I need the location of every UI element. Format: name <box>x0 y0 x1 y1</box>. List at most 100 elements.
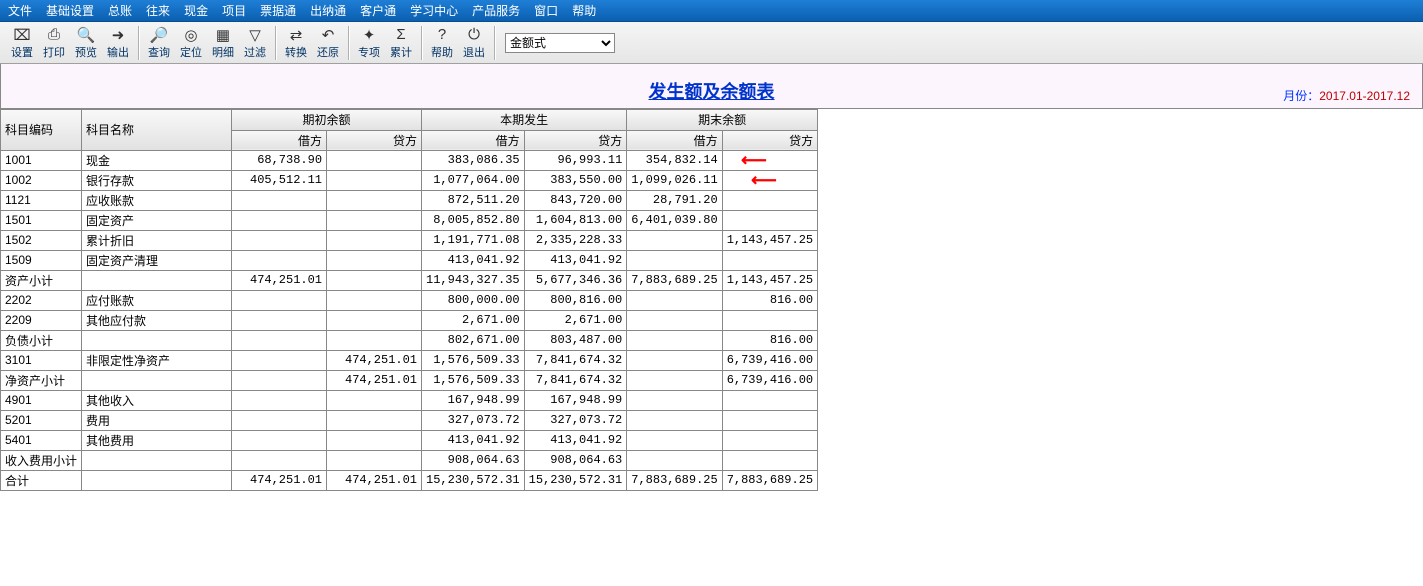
table-row[interactable]: 1001现金68,738.90383,086.3596,993.11354,83… <box>1 150 818 170</box>
menu-item[interactable]: 往来 <box>146 2 170 19</box>
cell-code: 1509 <box>1 250 82 270</box>
cell-opening-debit <box>232 410 327 430</box>
toolbar-button-label: 专项 <box>358 44 380 60</box>
cell-closing-debit: 1,099,026.11 <box>627 170 722 190</box>
header-current[interactable]: 本期发生 <box>422 110 627 130</box>
toolbar-明细-button[interactable]: ▦明细 <box>207 23 239 63</box>
table-row[interactable]: 5401其他费用413,041.92413,041.92 <box>1 430 818 450</box>
header-code[interactable]: 科目编码 <box>1 110 82 150</box>
cell-current-credit: 1,604,813.00 <box>524 210 627 230</box>
cell-current-credit: 15,230,572.31 <box>524 470 627 490</box>
toolbar-累计-button[interactable]: Σ累计 <box>385 23 417 63</box>
cell-current-debit: 2,671.00 <box>422 310 525 330</box>
header-current-debit[interactable]: 借方 <box>422 130 525 150</box>
table-row[interactable]: 5201费用327,073.72327,073.72 <box>1 410 818 430</box>
cell-name: 非限定性净资产 <box>82 350 232 370</box>
cell-opening-credit <box>327 170 422 190</box>
header-closing[interactable]: 期末余额 <box>627 110 818 130</box>
table-row[interactable]: 1121应收账款872,511.20843,720.0028,791.20 <box>1 190 818 210</box>
toolbar-退出-button[interactable]: ⏻退出 <box>458 23 490 63</box>
menu-item[interactable]: 客户通 <box>360 2 396 19</box>
header-name[interactable]: 科目名称 <box>82 110 232 150</box>
header-closing-credit[interactable]: 贷方 <box>722 130 817 150</box>
cell-opening-debit: 405,512.11 <box>232 170 327 190</box>
table-row[interactable]: 2202应付账款800,000.00800,816.00816.00 <box>1 290 818 310</box>
cell-opening-debit: 68,738.90 <box>232 150 327 170</box>
table-row[interactable]: 1501固定资产8,005,852.801,604,813.006,401,03… <box>1 210 818 230</box>
toolbar-专项-button[interactable]: ✦专项 <box>353 23 385 63</box>
cell-opening-debit <box>232 430 327 450</box>
header-opening[interactable]: 期初余额 <box>232 110 422 130</box>
header-opening-debit[interactable]: 借方 <box>232 130 327 150</box>
toolbar-过滤-button[interactable]: ▽过滤 <box>239 23 271 63</box>
cell-current-credit: 800,816.00 <box>524 290 627 310</box>
table-row[interactable]: 净资产小计474,251.011,576,509.337,841,674.326… <box>1 370 818 390</box>
cell-opening-credit <box>327 310 422 330</box>
cell-current-credit: 2,335,228.33 <box>524 230 627 250</box>
cell-opening-credit <box>327 270 422 290</box>
cell-opening-credit <box>327 430 422 450</box>
cell-name: 费用 <box>82 410 232 430</box>
cell-closing-credit <box>722 430 817 450</box>
toolbar-帮助-button[interactable]: ?帮助 <box>426 23 458 63</box>
cell-name: 现金 <box>82 150 232 170</box>
menu-item[interactable]: 帮助 <box>572 2 596 19</box>
menu-item[interactable]: 项目 <box>222 2 246 19</box>
cell-name: 应收账款 <box>82 190 232 210</box>
cell-name: 其他收入 <box>82 390 232 410</box>
menu-item[interactable]: 窗口 <box>534 2 558 19</box>
toolbar-输出-button[interactable]: ➜输出 <box>102 23 134 63</box>
预览-icon: 🔍 <box>77 26 95 44</box>
table-row[interactable]: 资产小计474,251.0111,943,327.355,677,346.367… <box>1 270 818 290</box>
toolbar-打印-button[interactable]: ⎙打印 <box>38 23 70 63</box>
cell-name: 银行存款 <box>82 170 232 190</box>
table-row[interactable]: 4901其他收入167,948.99167,948.99 <box>1 390 818 410</box>
toolbar-定位-button[interactable]: ◎定位 <box>175 23 207 63</box>
table-row[interactable]: 合计474,251.01474,251.0115,230,572.3115,23… <box>1 470 818 490</box>
toolbar-separator <box>494 26 495 60</box>
table-row[interactable]: 1509固定资产清理413,041.92413,041.92 <box>1 250 818 270</box>
menu-item[interactable]: 文件 <box>8 2 32 19</box>
table-row[interactable]: 2209其他应付款2,671.002,671.00 <box>1 310 818 330</box>
toolbar-button-label: 转换 <box>285 44 307 60</box>
menu-item[interactable]: 票据通 <box>260 2 296 19</box>
toolbar-button-label: 过滤 <box>244 44 266 60</box>
退出-icon: ⏻ <box>465 26 483 44</box>
menu-item[interactable]: 产品服务 <box>472 2 520 19</box>
toolbar-预览-button[interactable]: 🔍预览 <box>70 23 102 63</box>
table-row[interactable]: 1502累计折旧1,191,771.082,335,228.331,143,45… <box>1 230 818 250</box>
cell-current-credit: 843,720.00 <box>524 190 627 210</box>
专项-icon: ✦ <box>360 26 378 44</box>
cell-closing-debit <box>627 410 722 430</box>
cell-opening-debit <box>232 390 327 410</box>
menu-item[interactable]: 总账 <box>108 2 132 19</box>
toolbar: ⌧设置⎙打印🔍预览➜输出🔎查询◎定位▦明细▽过滤⇄转换↶还原✦专项Σ累计?帮助⏻… <box>0 22 1423 64</box>
header-current-credit[interactable]: 贷方 <box>524 130 627 150</box>
toolbar-设置-button[interactable]: ⌧设置 <box>6 23 38 63</box>
menu-item[interactable]: 出纳通 <box>310 2 346 19</box>
cell-closing-credit <box>722 170 817 190</box>
cell-closing-debit <box>627 390 722 410</box>
header-opening-credit[interactable]: 贷方 <box>327 130 422 150</box>
header-closing-debit[interactable]: 借方 <box>627 130 722 150</box>
table-row[interactable]: 1002银行存款405,512.111,077,064.00383,550.00… <box>1 170 818 190</box>
cell-current-credit: 803,487.00 <box>524 330 627 350</box>
table-row[interactable]: 收入费用小计908,064.63908,064.63 <box>1 450 818 470</box>
toolbar-还原-button[interactable]: ↶还原 <box>312 23 344 63</box>
menu-bar: 文件基础设置总账往来现金项目票据通出纳通客户通学习中心产品服务窗口帮助 <box>0 0 1423 22</box>
cell-closing-credit: 816.00 <box>722 330 817 350</box>
table-row[interactable]: 3101非限定性净资产474,251.011,576,509.337,841,6… <box>1 350 818 370</box>
toolbar-button-label: 还原 <box>317 44 339 60</box>
toolbar-button-label: 查询 <box>148 44 170 60</box>
cell-current-debit: 413,041.92 <box>422 430 525 450</box>
format-select[interactable]: 金额式 <box>505 33 615 53</box>
cell-opening-credit <box>327 450 422 470</box>
menu-item[interactable]: 基础设置 <box>46 2 94 19</box>
cell-name <box>82 370 232 390</box>
cell-current-credit: 327,073.72 <box>524 410 627 430</box>
toolbar-转换-button[interactable]: ⇄转换 <box>280 23 312 63</box>
menu-item[interactable]: 现金 <box>184 2 208 19</box>
table-row[interactable]: 负债小计802,671.00803,487.00816.00 <box>1 330 818 350</box>
menu-item[interactable]: 学习中心 <box>410 2 458 19</box>
toolbar-查询-button[interactable]: 🔎查询 <box>143 23 175 63</box>
